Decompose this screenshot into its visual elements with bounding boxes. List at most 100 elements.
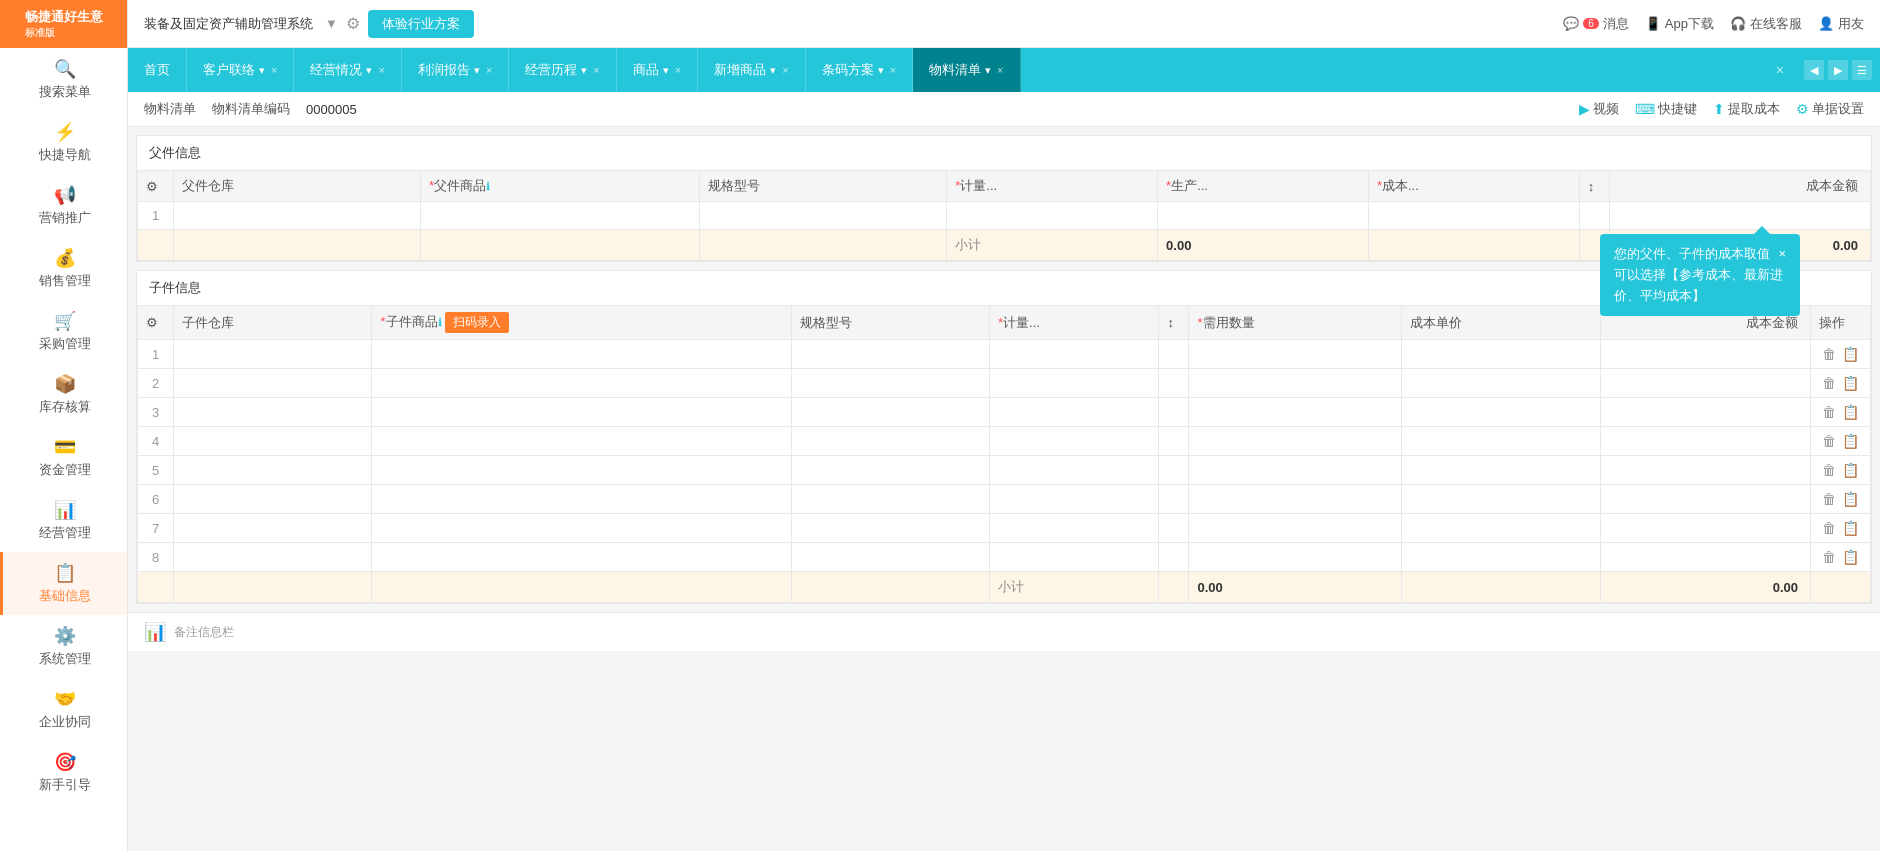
delete-icon[interactable]: 🗑 (1822, 375, 1836, 391)
child-row-6-product[interactable] (372, 485, 791, 514)
child-row-1-spec[interactable] (791, 340, 989, 369)
child-row-7-quantity[interactable] (1189, 514, 1402, 543)
child-row-2-unit[interactable] (990, 369, 1159, 398)
sidebar-item-cooperation[interactable]: 🤝 企业协同 (0, 678, 127, 741)
child-row-4-unit[interactable] (990, 427, 1159, 456)
child-row-4-spec[interactable] (791, 427, 989, 456)
copy-icon[interactable]: 📋 (1842, 375, 1859, 391)
parent-row-1-spec[interactable] (700, 202, 947, 230)
sidebar-item-basic-info[interactable]: 📋 基础信息 (0, 552, 127, 615)
tab-business-history-close[interactable]: × (593, 64, 599, 76)
child-row-1-warehouse[interactable] (174, 340, 372, 369)
child-row-5-unit-cost[interactable] (1402, 456, 1600, 485)
tab-menu-button[interactable]: ☰ (1852, 60, 1872, 80)
child-row-3-unit-cost[interactable] (1402, 398, 1600, 427)
sidebar-item-inventory[interactable]: 📦 库存核算 (0, 363, 127, 426)
parent-row-1-product[interactable] (420, 202, 699, 230)
child-row-8-product[interactable] (372, 543, 791, 572)
child-row-7-spec[interactable] (791, 514, 989, 543)
child-col-settings[interactable]: ⚙ (138, 306, 174, 340)
parent-row-1-cost[interactable] (1368, 202, 1579, 230)
child-row-3-product[interactable] (372, 398, 791, 427)
copy-icon[interactable]: 📋 (1842, 433, 1859, 449)
delete-icon[interactable]: 🗑 (1822, 491, 1836, 507)
child-row-5-quantity[interactable] (1189, 456, 1402, 485)
parent-row-1-unit[interactable] (947, 202, 1158, 230)
parent-row-1-warehouse[interactable] (174, 202, 421, 230)
delete-icon[interactable]: 🗑 (1822, 520, 1836, 536)
child-row-7-unit-cost[interactable] (1402, 514, 1600, 543)
tab-profit-report-close[interactable]: × (486, 64, 492, 76)
child-row-4-warehouse[interactable] (174, 427, 372, 456)
tab-next-button[interactable]: ▶ (1828, 60, 1848, 80)
copy-icon[interactable]: 📋 (1842, 520, 1859, 536)
copy-icon[interactable]: 📋 (1842, 549, 1859, 565)
copy-icon[interactable]: 📋 (1842, 491, 1859, 507)
tab-customer-close[interactable]: × (271, 64, 277, 76)
tab-add-product[interactable]: 新增商品 ▾ × (698, 48, 805, 92)
app-download-action[interactable]: 📱 App下载 (1645, 15, 1714, 33)
extract-cost-action[interactable]: ⬆ 提取成本 (1713, 100, 1780, 118)
tooltip-close-button[interactable]: × (1778, 244, 1786, 265)
child-row-6-unit[interactable] (990, 485, 1159, 514)
child-row-7-warehouse[interactable] (174, 514, 372, 543)
child-row-4-quantity[interactable] (1189, 427, 1402, 456)
delete-icon[interactable]: 🗑 (1822, 433, 1836, 449)
system-dropdown-arrow[interactable]: ▼ (325, 16, 338, 31)
view-action[interactable]: ▶ 视频 (1579, 100, 1619, 118)
sidebar-item-system[interactable]: ⚙️ 系统管理 (0, 615, 127, 678)
delete-icon[interactable]: 🗑 (1822, 404, 1836, 420)
child-row-3-spec[interactable] (791, 398, 989, 427)
child-row-2-unit-cost[interactable] (1402, 369, 1600, 398)
trial-button[interactable]: 体验行业方案 (368, 10, 474, 38)
sidebar-item-operation[interactable]: 📊 经营管理 (0, 489, 127, 552)
delete-icon[interactable]: 🗑 (1822, 549, 1836, 565)
child-row-7-unit[interactable] (990, 514, 1159, 543)
gear-icon[interactable]: ⚙ (346, 14, 360, 33)
parent-row-1-production[interactable] (1158, 202, 1369, 230)
child-row-1-unit[interactable] (990, 340, 1159, 369)
tab-barcode-close[interactable]: × (890, 64, 896, 76)
sidebar-item-guide[interactable]: 🎯 新手引导 (0, 741, 127, 804)
child-row-6-spec[interactable] (791, 485, 989, 514)
tab-home[interactable]: 首页 (128, 48, 187, 92)
tab-prev-button[interactable]: ◀ (1804, 60, 1824, 80)
sidebar-item-sales[interactable]: 💰 销售管理 (0, 237, 127, 300)
online-service-action[interactable]: 🎧 在线客服 (1730, 15, 1802, 33)
child-row-2-warehouse[interactable] (174, 369, 372, 398)
child-row-6-quantity[interactable] (1189, 485, 1402, 514)
tab-profit-report[interactable]: 利润报告 ▾ × (402, 48, 509, 92)
tab-customer[interactable]: 客户联络 ▾ × (187, 48, 294, 92)
single-settings-action[interactable]: ⚙ 单据设置 (1796, 100, 1864, 118)
sidebar-item-purchase[interactable]: 🛒 采购管理 (0, 300, 127, 363)
child-row-6-unit-cost[interactable] (1402, 485, 1600, 514)
child-row-5-spec[interactable] (791, 456, 989, 485)
delete-icon[interactable]: 🗑 (1822, 462, 1836, 478)
child-row-1-unit-cost[interactable] (1402, 340, 1600, 369)
child-row-2-product[interactable] (372, 369, 791, 398)
child-row-1-product[interactable] (372, 340, 791, 369)
child-row-8-unit[interactable] (990, 543, 1159, 572)
tab-products-close[interactable]: × (675, 64, 681, 76)
child-row-8-unit-cost[interactable] (1402, 543, 1600, 572)
scan-button[interactable]: 扫码录入 (445, 312, 509, 333)
child-row-4-unit-cost[interactable] (1402, 427, 1600, 456)
parent-col-settings[interactable]: ⚙ (138, 171, 174, 202)
sidebar-item-marketing[interactable]: 📢 营销推广 (0, 174, 127, 237)
child-row-4-product[interactable] (372, 427, 791, 456)
tab-products[interactable]: 商品 ▾ × (617, 48, 698, 92)
child-row-3-unit[interactable] (990, 398, 1159, 427)
sidebar-item-finance[interactable]: 💳 资金管理 (0, 426, 127, 489)
child-row-8-quantity[interactable] (1189, 543, 1402, 572)
child-row-5-unit[interactable] (990, 456, 1159, 485)
child-row-1-quantity[interactable] (1189, 340, 1402, 369)
tab-business-history[interactable]: 经营历程 ▾ × (509, 48, 616, 92)
tab-bom-close[interactable]: × (997, 64, 1003, 76)
sidebar-item-quick-nav[interactable]: ⚡ 快捷导航 (0, 111, 127, 174)
tab-operation-status[interactable]: 经营情况 ▾ × (294, 48, 401, 92)
child-row-2-quantity[interactable] (1189, 369, 1402, 398)
child-row-5-product[interactable] (372, 456, 791, 485)
copy-icon[interactable]: 📋 (1842, 346, 1859, 362)
child-row-6-warehouse[interactable] (174, 485, 372, 514)
child-row-3-quantity[interactable] (1189, 398, 1402, 427)
